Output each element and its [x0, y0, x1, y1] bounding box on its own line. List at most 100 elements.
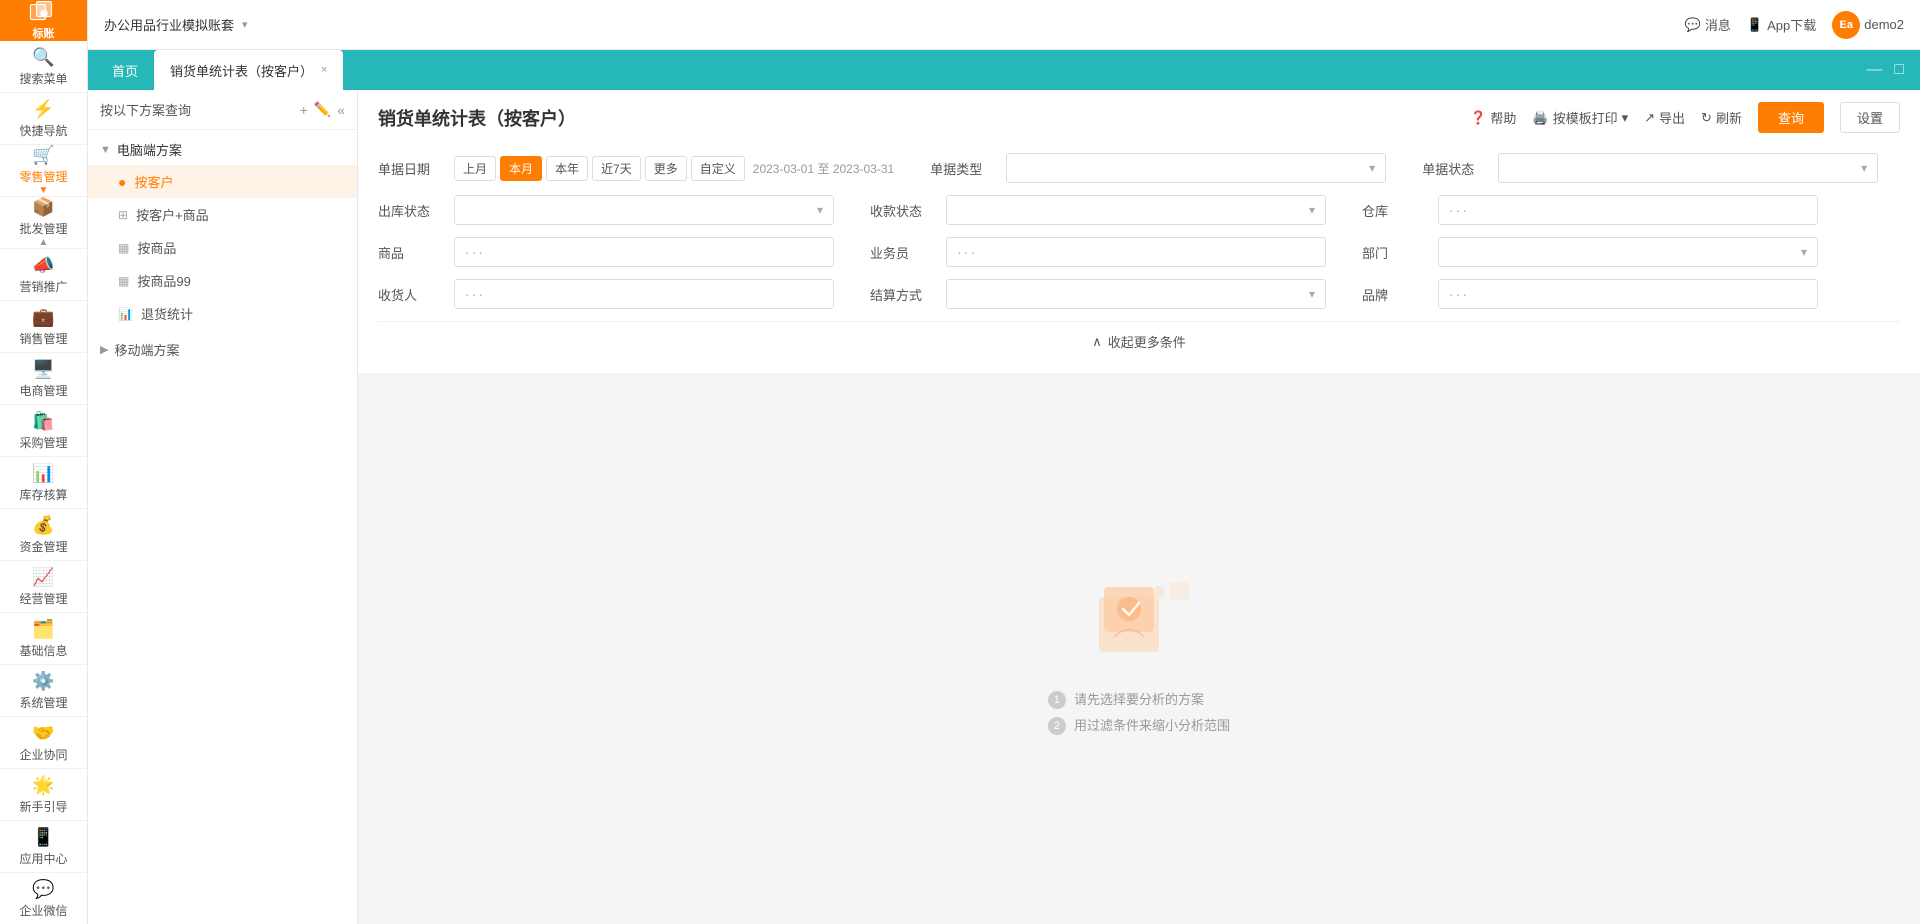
out-status-select[interactable]: ▾ [454, 195, 834, 225]
warehouse-select[interactable]: ··· [1438, 195, 1818, 225]
scheme-mobile-group[interactable]: ▶ 移动端方案 [88, 334, 357, 365]
sidebar-item-operations[interactable]: 📈 经营管理 [0, 561, 87, 613]
settle-label: 结算方式 [870, 285, 930, 304]
top-header: 办公用品行业模拟账套 ▾ 💬 消息 📱 App下载 Ea demo2 [88, 0, 1920, 50]
export-icon: ↗ [1644, 110, 1655, 126]
user-profile[interactable]: Ea demo2 [1832, 11, 1904, 39]
sidebar-item-wechat[interactable]: 💬 企业微信 [0, 873, 87, 924]
scheme-item-return-stats[interactable]: 📊 退货统计 [88, 297, 357, 330]
tab-home[interactable]: 首页 [96, 50, 154, 90]
goods99-icon: ▦ [118, 274, 129, 288]
tab-active[interactable]: 销货单统计表（按客户） × [154, 50, 343, 90]
scheme-desktop-label[interactable]: ▼ 电脑端方案 [88, 134, 357, 165]
nav-icon: ⚡ [32, 99, 54, 120]
sidebar-item-purchase[interactable]: 🛍️ 采购管理 [0, 405, 87, 457]
scheme-add-icon[interactable]: + [300, 102, 308, 118]
guide-icon: 🌟 [32, 775, 54, 796]
sidebar-item-marketing[interactable]: 📣 营销推广 [0, 249, 87, 301]
refresh-btn[interactable]: ↻ 刷新 [1701, 108, 1742, 127]
scheme-item-by-customer[interactable]: ● 按客户 [88, 165, 357, 198]
sidebar-item-wholesale[interactable]: 📦 批发管理 ▲ [0, 197, 87, 249]
sidebar-item-finance[interactable]: 💰 资金管理 [0, 509, 87, 561]
tab-home-label: 首页 [112, 61, 138, 80]
sidebar-item-inventory[interactable]: 📊 库存核算 [0, 457, 87, 509]
receipt-status-label: 收款状态 [870, 201, 930, 220]
minimize-icon[interactable]: — [1866, 61, 1882, 79]
salesperson-select[interactable]: ··· [946, 237, 1326, 267]
receipt-status-select[interactable]: ▾ [946, 195, 1326, 225]
date-btn-this-month[interactable]: 本月 [500, 156, 542, 181]
help-btn[interactable]: ❓ 帮助 [1470, 108, 1516, 127]
settings-button[interactable]: 设置 [1840, 102, 1900, 133]
scheme-panel: 按以下方案查询 + ✏️ « ▼ 电脑端方案 ● 按客户 ⊞ 按 [88, 90, 358, 924]
sidebar-item-wholesale-label: 批发管理 [19, 220, 67, 237]
avatar-text: Ea [1840, 19, 1853, 31]
collapse-row[interactable]: ∧ 收起更多条件 [378, 321, 1900, 361]
sidebar-item-retail[interactable]: 🛒 零售管理 ▼ [0, 145, 87, 197]
tab-window-buttons: — □ [1866, 61, 1920, 79]
sidebar-item-retail-label: 零售管理 [19, 168, 67, 185]
collapse-label: 收起更多条件 [1108, 332, 1186, 351]
filter-row-2: 出库状态 ▾ 收款状态 ▾ 仓库 ··· [378, 195, 1900, 225]
sidebar-item-system[interactable]: ⚙️ 系统管理 [0, 665, 87, 717]
sidebar-item-sales[interactable]: 💼 销售管理 [0, 301, 87, 353]
sidebar-item-apps[interactable]: 📱 应用中心 [0, 821, 87, 873]
scheme-collapse-icon[interactable]: « [337, 102, 345, 118]
date-btn-7days[interactable]: 近7天 [592, 156, 641, 181]
refresh-icon: ↻ [1701, 110, 1712, 126]
app-download-btn[interactable]: 📱 App下载 [1747, 15, 1816, 34]
user-name: demo2 [1864, 17, 1904, 32]
brand-select[interactable]: ··· [1438, 279, 1818, 309]
industry-title: 办公用品行业模拟账套 [104, 15, 234, 34]
sidebar-item-guide[interactable]: 🌟 新手引导 [0, 769, 87, 821]
print-btn[interactable]: 🖨️ 按模板打印 ▾ [1532, 108, 1628, 127]
date-btn-last-month[interactable]: 上月 [454, 156, 496, 181]
query-button[interactable]: 查询 [1758, 102, 1824, 133]
scheme-item-by-customer-goods[interactable]: ⊞ 按客户+商品 [88, 198, 357, 231]
download-icon: 📱 [1747, 17, 1763, 33]
scheme-edit-icon[interactable]: ✏️ [314, 101, 331, 118]
receiver-select[interactable]: ··· [454, 279, 834, 309]
sidebar-item-system-label: 系统管理 [19, 694, 67, 711]
help-icon: ❓ [1470, 110, 1486, 126]
return-stats-label: 退货统计 [141, 304, 193, 323]
wholesale-icon: 📦 [32, 197, 54, 218]
sidebar-item-base[interactable]: 🗂️ 基础信息 [0, 613, 87, 665]
print-label: 按模板打印 [1553, 108, 1618, 127]
export-btn[interactable]: ↗ 导出 [1644, 108, 1685, 127]
type-select[interactable]: ▾ [1006, 153, 1386, 183]
status-dropdown-arrow: ▾ [1861, 161, 1867, 175]
customer-item-label: 按客户 [134, 172, 173, 191]
sidebar-item-purchase-label: 采购管理 [19, 434, 67, 451]
scheme-header-icons: + ✏️ « [300, 101, 345, 118]
industry-dropdown-arrow[interactable]: ▾ [242, 18, 248, 31]
message-btn[interactable]: 💬 消息 [1685, 15, 1731, 34]
sidebar-item-search[interactable]: 🔍 搜索菜单 [0, 41, 87, 93]
print-dropdown-arrow[interactable]: ▾ [1622, 110, 1629, 126]
settle-select[interactable]: ▾ [946, 279, 1326, 309]
date-btn-custom[interactable]: 自定义 [691, 156, 745, 181]
sidebar-item-enterprise[interactable]: 🤝 企业协同 [0, 717, 87, 769]
scheme-desktop-group: ▼ 电脑端方案 ● 按客户 ⊞ 按客户+商品 ▦ 按商品 ▦ 按商品99 [88, 130, 357, 334]
scheme-item-by-goods-99[interactable]: ▦ 按商品99 [88, 264, 357, 297]
tab-close-icon[interactable]: × [321, 64, 327, 76]
collapse-icon: ∧ [1092, 334, 1102, 350]
sidebar-item-quicknav-label: 快捷导航 [19, 122, 67, 139]
app-download-label: App下载 [1767, 15, 1816, 34]
ecommerce-icon: 🖥️ [32, 359, 54, 380]
scheme-item-by-goods[interactable]: ▦ 按商品 [88, 231, 357, 264]
sidebar-item-quicknav[interactable]: ⚡ 快捷导航 [0, 93, 87, 145]
status-select[interactable]: ▾ [1498, 153, 1878, 183]
operations-icon: 📈 [32, 567, 54, 588]
date-btn-more[interactable]: 更多 [645, 156, 687, 181]
goods-select[interactable]: ··· [454, 237, 834, 267]
date-btn-this-year[interactable]: 本年 [546, 156, 588, 181]
goods-icon: ▦ [118, 241, 129, 255]
sidebar-item-finance-label: 资金管理 [19, 538, 67, 555]
dept-select[interactable]: ▾ [1438, 237, 1818, 267]
maximize-icon[interactable]: □ [1894, 61, 1904, 79]
sidebar-item-ecommerce[interactable]: 🖥️ 电商管理 [0, 353, 87, 405]
desktop-group-arrow: ▼ [100, 144, 111, 156]
goods99-label: 按商品99 [137, 271, 190, 290]
hint-2: 2 用过滤条件来缩小分析范围 [1048, 713, 1230, 739]
